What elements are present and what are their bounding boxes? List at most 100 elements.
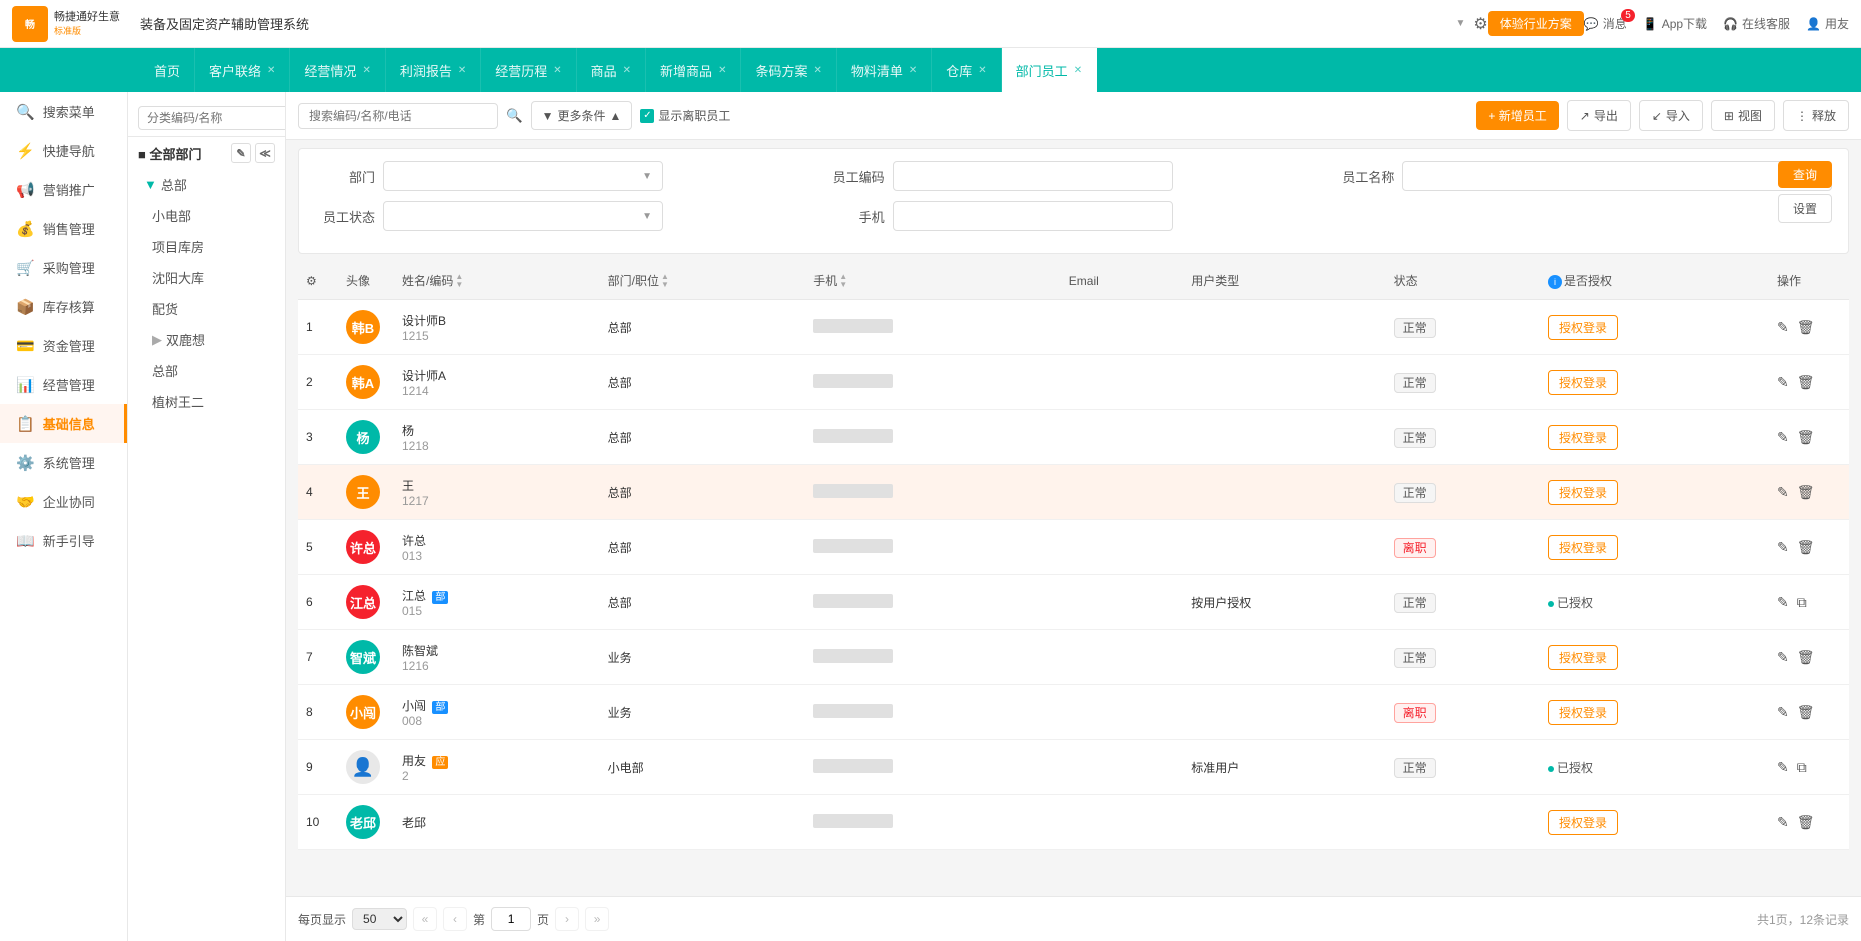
next-page-button[interactable]: › [555, 907, 579, 931]
auth-login-button[interactable]: 授权登录 [1548, 315, 1618, 340]
last-page-button[interactable]: » [585, 907, 609, 931]
auth-login-button[interactable]: 授权登录 [1548, 480, 1618, 505]
sidebar-item-marketing[interactable]: 📢 营销推广 [0, 170, 127, 209]
dept-item-distribution[interactable]: 配货 [128, 293, 285, 324]
copy-icon[interactable]: ⧉ [1797, 594, 1807, 611]
dept-item-planting[interactable]: 植树王二 [128, 386, 285, 417]
auth-login-button[interactable]: 授权登录 [1548, 700, 1618, 725]
nav-item-warehouse[interactable]: 仓库 ✕ [932, 48, 1001, 92]
delete-icon[interactable]: 🗑 [1797, 539, 1815, 556]
col-name[interactable]: 姓名/编码 ▲▼ [394, 262, 600, 300]
sidebar-item-operations[interactable]: 📊 经营管理 [0, 365, 127, 404]
copy-icon[interactable]: ⧉ [1797, 759, 1807, 776]
message-button[interactable]: 💬 消息 5 [1584, 15, 1627, 32]
nav-item-profit[interactable]: 利润报告 ✕ [386, 48, 481, 92]
nav-item-goods[interactable]: 商品 ✕ [577, 48, 646, 92]
auth-login-button[interactable]: 授权登录 [1548, 645, 1618, 670]
edit-icon[interactable]: ✎ [1777, 649, 1789, 666]
close-icon[interactable]: ✕ [978, 65, 986, 76]
close-icon[interactable]: ✕ [362, 65, 370, 76]
delete-icon[interactable]: 🗑 [1797, 814, 1815, 831]
import-button[interactable]: ↙ 导入 [1639, 100, 1703, 131]
nav-item-materials[interactable]: 物料清单 ✕ [837, 48, 932, 92]
edit-icon[interactable]: ✎ [1777, 539, 1789, 556]
delete-icon[interactable]: 🗑 [1797, 704, 1815, 721]
phone-filter-input[interactable] [893, 201, 1173, 231]
system-dropdown-arrow[interactable]: ▼ [1456, 18, 1466, 29]
delete-icon[interactable]: 🗑 [1797, 649, 1815, 666]
try-button[interactable]: 体验行业方案 [1488, 11, 1584, 36]
search-filter-button[interactable]: 查询 [1778, 161, 1832, 188]
sidebar-item-inventory[interactable]: 📦 库存核算 [0, 287, 127, 326]
nav-item-operation[interactable]: 经营情况 ✕ [290, 48, 385, 92]
dept-item-head2[interactable]: 总部 [128, 355, 285, 386]
close-icon[interactable]: ✕ [909, 65, 917, 76]
app-download-button[interactable]: 📱 App下载 [1643, 15, 1707, 32]
close-icon[interactable]: ✕ [623, 65, 631, 76]
nav-item-add-goods[interactable]: 新增商品 ✕ [646, 48, 741, 92]
view-button[interactable]: ⊞ 视图 [1711, 100, 1775, 131]
nav-item-history[interactable]: 经营历程 ✕ [481, 48, 576, 92]
dept-collapse-btn[interactable]: ≪ [255, 143, 275, 163]
dept-filter-select[interactable]: ▼ [383, 161, 663, 191]
close-icon[interactable]: ✕ [267, 65, 275, 76]
first-page-button[interactable]: « [413, 907, 437, 931]
more-actions-button[interactable]: ⋮ 释放 [1783, 100, 1849, 131]
search-input[interactable] [298, 103, 498, 129]
page-size-select[interactable]: 50 100 200 [352, 908, 407, 930]
close-icon[interactable]: ✕ [718, 65, 726, 76]
edit-icon[interactable]: ✎ [1777, 484, 1789, 501]
close-icon[interactable]: ✕ [1074, 65, 1082, 76]
edit-icon[interactable]: ✎ [1777, 759, 1789, 776]
sidebar-item-sales[interactable]: 💰 销售管理 [0, 209, 127, 248]
edit-icon[interactable]: ✎ [1777, 704, 1789, 721]
sidebar-item-finance[interactable]: 💳 资金管理 [0, 326, 127, 365]
empstatus-filter-select[interactable]: ▼ [383, 201, 663, 231]
auth-login-button[interactable]: 授权登录 [1548, 425, 1618, 450]
delete-icon[interactable]: 🗑 [1797, 319, 1815, 336]
col-dept[interactable]: 部门/职位 ▲▼ [600, 262, 806, 300]
nav-item-home[interactable]: 首页 [140, 48, 195, 92]
col-phone[interactable]: 手机 ▲▼ [805, 262, 1061, 300]
gear-icon[interactable]: ⚙ [1473, 14, 1487, 34]
close-icon[interactable]: ✕ [813, 65, 821, 76]
sidebar-item-guide[interactable]: 📖 新手引导 [0, 521, 127, 560]
more-filters-button[interactable]: ▼ 更多条件 ▲ [531, 101, 633, 130]
edit-icon[interactable]: ✎ [1777, 594, 1789, 611]
sidebar-item-purchase[interactable]: 🛒 采购管理 [0, 248, 127, 287]
delete-icon[interactable]: 🗑 [1797, 429, 1815, 446]
sidebar-item-search[interactable]: 🔍 搜索菜单 [0, 92, 127, 131]
dept-search-input[interactable] [138, 106, 286, 130]
auth-login-button[interactable]: 授权登录 [1548, 370, 1618, 395]
edit-icon[interactable]: ✎ [1777, 814, 1789, 831]
dept-item-shuanglu[interactable]: ▶ 双鹿想 [128, 324, 285, 355]
delete-icon[interactable]: 🗑 [1797, 484, 1815, 501]
sidebar-item-corp[interactable]: 🤝 企业协同 [0, 482, 127, 521]
dept-edit-btn[interactable]: ✎ [231, 143, 251, 163]
dept-item-head[interactable]: ▼ 总部 [128, 169, 285, 200]
set-filter-button[interactable]: 设置 [1778, 194, 1832, 223]
dept-item-small-elec[interactable]: 小电部 [128, 200, 285, 231]
page-number-input[interactable] [491, 907, 531, 931]
nav-item-customer[interactable]: 客户联络 ✕ [195, 48, 290, 92]
close-icon[interactable]: ✕ [458, 65, 466, 76]
nav-item-dept-staff[interactable]: 部门员工 ✕ [1002, 48, 1097, 92]
edit-icon[interactable]: ✎ [1777, 429, 1789, 446]
close-icon[interactable]: ✕ [553, 65, 561, 76]
nav-item-barcode[interactable]: 条码方案 ✕ [741, 48, 836, 92]
user-menu-button[interactable]: 👤 用友 [1806, 15, 1849, 32]
online-service-button[interactable]: 🎧 在线客服 [1723, 15, 1790, 32]
dept-item-shenyang[interactable]: 沈阳大库 [128, 262, 285, 293]
dept-item-project-store[interactable]: 项目库房 [128, 231, 285, 262]
sidebar-item-quick-nav[interactable]: ⚡ 快捷导航 [0, 131, 127, 170]
edit-icon[interactable]: ✎ [1777, 374, 1789, 391]
export-button[interactable]: ↗ 导出 [1567, 100, 1631, 131]
sidebar-item-system[interactable]: ⚙️ 系统管理 [0, 443, 127, 482]
add-employee-button[interactable]: + 新增员工 [1476, 101, 1558, 130]
delete-icon[interactable]: 🗑 [1797, 374, 1815, 391]
show-resigned-toggle[interactable]: ✓ 显示离职员工 [640, 107, 730, 124]
empcode-filter-input[interactable] [893, 161, 1173, 191]
empname-filter-input[interactable] [1402, 161, 1832, 191]
edit-icon[interactable]: ✎ [1777, 319, 1789, 336]
prev-page-button[interactable]: ‹ [443, 907, 467, 931]
